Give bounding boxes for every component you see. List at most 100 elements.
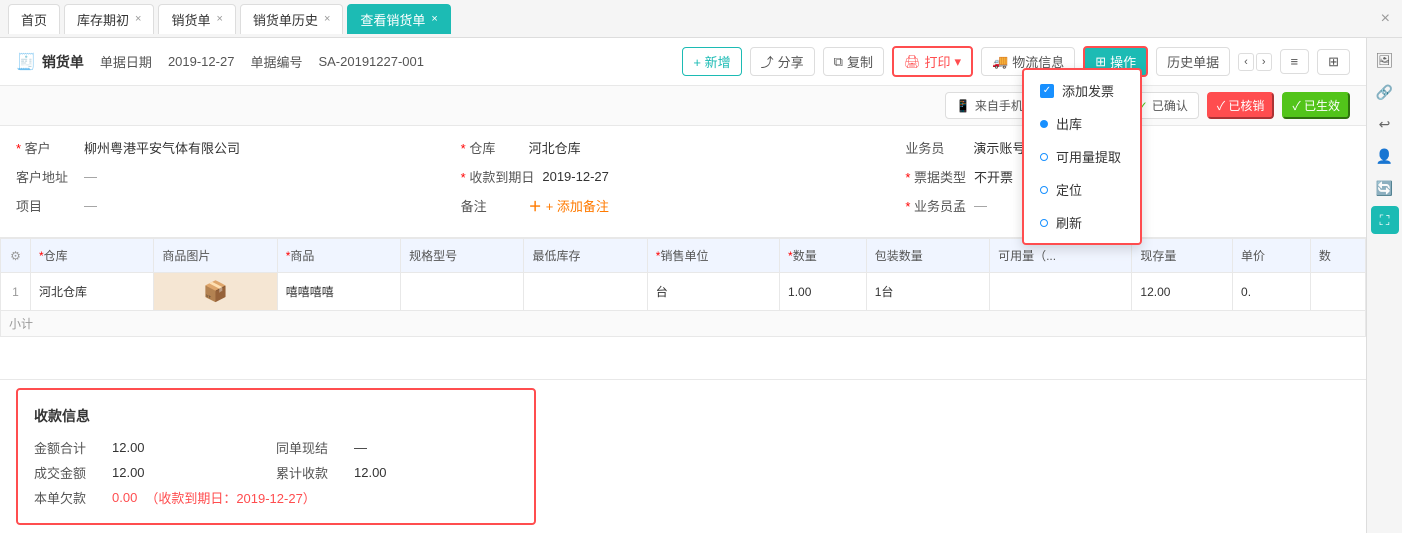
from-phone-button[interactable]: 📱 来自手机 [945,92,1034,119]
row-stock: 12.00 [1132,273,1233,311]
view-list-button[interactable]: ≡ [1280,49,1310,74]
sidebar-link-icon[interactable]: 🔗 [1371,78,1399,106]
copy-icon: ⧉ [834,54,843,70]
view-grid-button[interactable]: ⊞ [1317,49,1350,75]
warehouse-field: 仓库 河北仓库 [461,138,906,157]
warehouse-value: 河北仓库 [529,138,581,157]
tab-sales[interactable]: 销货单 × [158,4,235,34]
cumulative-label: 累计收款 [276,463,346,482]
col-price: 单价 [1233,239,1311,273]
tab-sales-history[interactable]: 销货单历史 × [240,4,343,34]
tab-home[interactable]: 首页 [8,4,60,34]
dropdown-outbound[interactable]: 出库 [1024,107,1140,140]
print-dropdown-arrow: ▾ [954,54,961,70]
sidebar-expand-icon[interactable]: ⛶ [1371,206,1399,234]
note-label: 备注 [461,196,521,215]
col-product: *商品 [277,239,400,273]
same-bill-row: 同单现结 — [276,438,518,457]
doc-header: 🧾 销货单 单据日期 2019-12-27 单据编号 SA-20191227-0… [0,38,1366,86]
dropdown-menu: 添加发票 出库 可用量提取 定位 刷新 [1022,68,1142,245]
col-unit: *销售单位 [647,239,779,273]
form-section: 客户 柳州粤港平安气体有限公司 仓库 河北仓库 业务员 演示账号 客户地址 — [0,126,1366,238]
prev-button[interactable]: ‹ [1238,53,1254,71]
customer-field: 客户 柳州粤港平安气体有限公司 [16,138,461,157]
dropdown-refresh[interactable]: 刷新 [1024,206,1140,239]
col-gear: ⚙ [1,239,31,273]
cancelled-button[interactable]: ✓ 已核销 [1207,92,1275,119]
cumulative-value: 12.00 [354,465,387,480]
col-pack-qty: 包装数量 [866,239,989,273]
subtotal-row: 小计 [1,311,1366,337]
row-image: 📦 [154,273,277,311]
deal-amount-row: 成交金额 12.00 [34,463,276,482]
due-date-value: 2019-12-27 [542,169,609,184]
col-min-stock: 最低库存 [524,239,647,273]
share-button[interactable]: ⤴ 分享 [750,47,815,76]
col-qty: *数量 [780,239,867,273]
due-date-label: 收款到期日 [461,167,535,186]
next-button[interactable]: › [1256,53,1272,71]
sidebar-user-icon[interactable]: 👤 [1371,142,1399,170]
sidebar-sync-icon[interactable]: 🔄 [1371,174,1399,202]
arrears-note: （收款到期日：2019-12-27） [145,488,316,507]
col-stock: 现存量 [1132,239,1233,273]
history-button[interactable]: 历史单据 [1156,47,1230,76]
dropdown-overlay: 添加发票 出库 可用量提取 定位 刷新 [1022,68,1142,245]
print-button[interactable]: 🖨 打印 ▾ [892,46,973,77]
tab-close-view[interactable]: × [431,13,437,25]
same-bill-value: — [354,440,367,455]
right-sidebar: 🖼 🔗 ↩ 👤 🔄 ⛶ [1366,38,1402,533]
window-close-button[interactable]: × [1377,6,1394,32]
dropdown-available[interactable]: 可用量提取 [1024,140,1140,173]
doc-title: 🧾 销货单 [16,52,84,72]
col-image: 商品图片 [154,239,277,273]
arrears-value: 0.00 [112,490,137,505]
tab-view-sales[interactable]: 查看销货单 × [347,4,450,34]
warehouse-label: 仓库 [461,138,521,157]
amount-total-row: 金额合计 12.00 [34,438,276,457]
row-product: 嘻嘻嘻嘻 [277,273,400,311]
tab-close-sales[interactable]: × [216,13,222,25]
copy-button[interactable]: ⧉ 复制 [823,47,884,76]
row-warehouse: 河北仓库 [31,273,154,311]
tab-close-inventory[interactable]: × [135,13,141,25]
row-pack-qty: 1台 [866,273,989,311]
add-note-button[interactable]: ＋ + 添加备注 [529,196,609,215]
dot-blue-icon [1040,120,1048,128]
col-warehouse: *仓库 [31,239,154,273]
subtotal-label: 小计 [1,311,1366,337]
row-unit: 台 [647,273,779,311]
arrears-label: 本单欠款 [34,488,104,507]
deal-amount-label: 成交金额 [34,463,104,482]
sidebar-image-icon[interactable]: 🖼 [1371,46,1399,74]
nav-arrows: ‹ › [1238,53,1271,71]
row-qty: 1.00 [780,273,867,311]
row-available [990,273,1132,311]
dropdown-add-invoice[interactable]: 添加发票 [1024,74,1140,107]
dropdown-locate[interactable]: 定位 [1024,173,1140,206]
summary-section: 收款信息 金额合计 12.00 同单现结 — 成交金额 12.00 累计收款 1… [16,388,536,525]
effective-button[interactable]: ✓ 已生效 [1282,92,1350,119]
staff-label: 业务员 [905,138,965,157]
amount-total-label: 金额合计 [34,438,104,457]
invoice-value: 不开票 [974,167,1013,186]
tab-inventory[interactable]: 库存期初 × [64,4,154,34]
tab-close-history[interactable]: × [324,13,330,25]
truck-icon: 🚚 [992,54,1008,70]
product-table-container: ⚙ *仓库 商品图片 *商品 规格型号 最低库存 *销售单位 *数量 包装数量 … [0,238,1366,380]
doc-icon: 🧾 [16,52,36,72]
project-label: 项目 [16,196,76,215]
plus-icon: ＋ [529,196,542,215]
table-row: 1 河北仓库 📦 嘻嘻嘻嘻 台 1.00 1台 12.00 0. [1,273,1366,311]
form-row-3: 项目 — 备注 ＋ + 添加备注 业务员孟 — [16,196,1350,215]
amount-total-value: 12.00 [112,440,145,455]
row-min-stock [524,273,647,311]
project-value: — [84,198,97,213]
form-row-1: 客户 柳州粤港平安气体有限公司 仓库 河北仓库 业务员 演示账号 [16,138,1350,157]
project-field: 项目 — [16,196,461,215]
same-bill-label: 同单现结 [276,438,346,457]
due-date-field: 收款到期日 2019-12-27 [461,167,906,186]
sidebar-return-icon[interactable]: ↩ [1371,110,1399,138]
new-button[interactable]: + 新增 [682,47,741,76]
staff-value: 演示账号 [973,138,1025,157]
